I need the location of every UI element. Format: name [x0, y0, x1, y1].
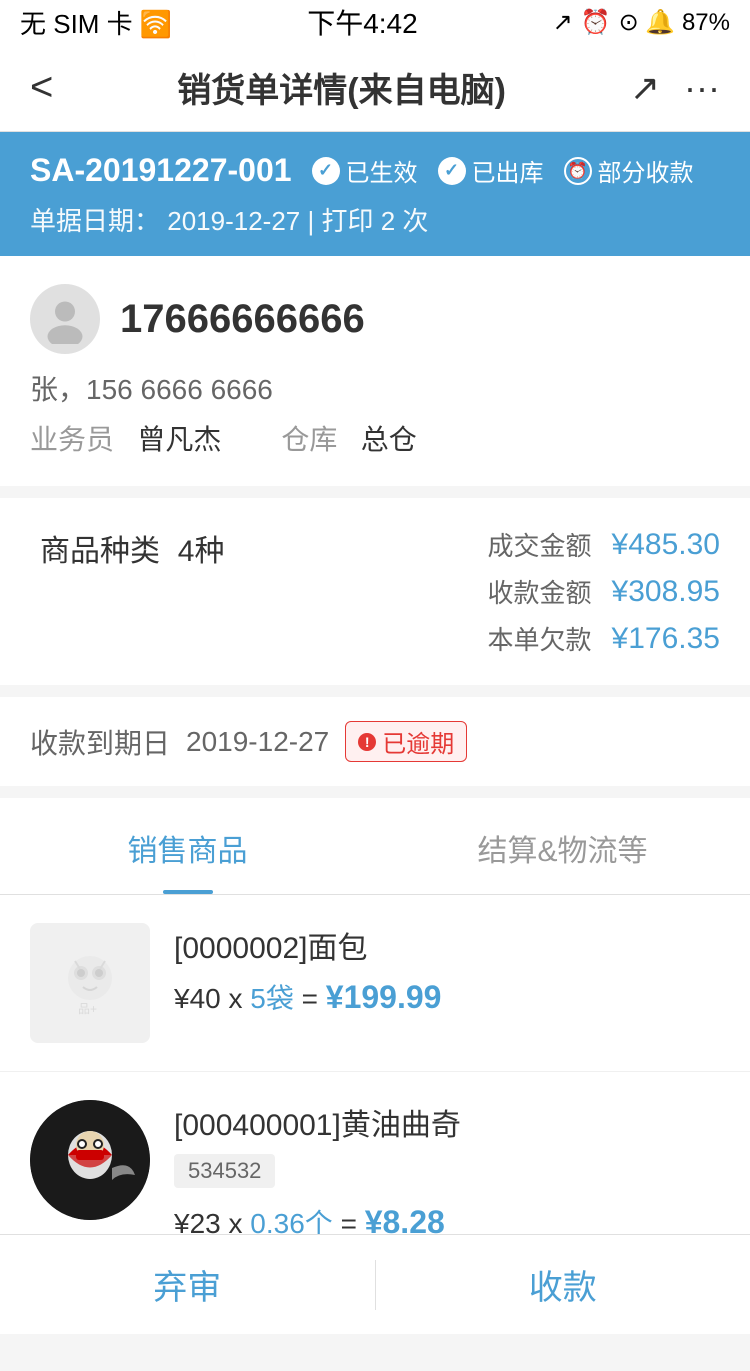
sales-name: 曾凡杰	[137, 424, 221, 455]
product-thumb-2	[30, 1100, 150, 1220]
more-icon[interactable]: ···	[684, 67, 720, 109]
warehouse-info: 仓库 总仓	[281, 418, 416, 458]
page-title: 销货单详情(来自电脑)	[177, 63, 506, 112]
print-count: 2	[381, 206, 395, 236]
print-label: | 打印	[307, 206, 373, 236]
confirm-button[interactable]: 收款	[376, 1260, 750, 1309]
back-button[interactable]: <	[30, 65, 53, 110]
status-partial-label: 部分收款	[598, 153, 694, 188]
overdue-badge: ! 已逾期	[345, 721, 467, 762]
overdue-text: 已逾期	[382, 724, 454, 759]
print-suffix: 次	[402, 206, 428, 236]
product-price-1: ¥40 x 5袋 = ¥199.99	[174, 977, 720, 1017]
cancel-button[interactable]: 弃审	[0, 1260, 375, 1309]
banner-date-row: 单据日期： 2019-12-27 | 打印 2 次	[30, 201, 720, 238]
debt-label: 本单欠款	[488, 620, 592, 657]
warehouse-name: 总仓	[361, 424, 417, 455]
bottom-bar: 弃审 收款	[0, 1234, 750, 1334]
alarm-icon: ⏰	[581, 8, 611, 37]
status-left: 无 SIM 卡 🛜	[20, 4, 172, 41]
status-partial: ⏰ 部分收款	[564, 153, 694, 188]
amount-label: 成交金额	[488, 526, 592, 563]
avatar	[30, 284, 100, 354]
customer-id: 17666666666	[120, 297, 365, 342]
debt-value: ¥176.35	[612, 622, 720, 656]
customer-phone: 张，156 6666 6666	[30, 368, 720, 408]
date-label: 单据日期：	[30, 206, 160, 236]
battery-text: ⊙ 🔔 87%	[619, 8, 730, 37]
tab-settlement[interactable]: 结算&物流等	[375, 798, 750, 894]
due-label: 收款到期日	[30, 722, 170, 762]
share-icon[interactable]: ↗︎	[630, 67, 660, 109]
product-info-2: [000400001]黄油曲奇 534532 ¥23 x 0.36个 = ¥8.…	[174, 1100, 720, 1242]
status-time: 下午4:42	[307, 2, 418, 42]
customer-section: 17666666666 张，156 6666 6666 业务员 曾凡杰 仓库 总…	[0, 256, 750, 486]
overdue-icon: !	[358, 733, 376, 751]
location-icon: ↗	[553, 8, 573, 37]
stats-section: 商品种类 4种 成交金额 ¥485.30 收款金额 ¥308.95 本单欠款 ¥…	[0, 498, 750, 685]
order-date: 2019-12-27	[167, 206, 300, 236]
status-active-label: 已生效	[346, 153, 418, 188]
amount-row: 成交金额 ¥485.30	[488, 526, 720, 563]
nav-actions: ↗︎ ···	[630, 67, 720, 109]
check-icon-shipped: ✓	[438, 157, 466, 185]
due-date: 2019-12-27	[186, 726, 329, 758]
debt-row: 本单欠款 ¥176.35	[488, 620, 720, 657]
product-info-1: [0000002]面包 ¥40 x 5袋 = ¥199.99	[174, 923, 720, 1043]
tab-sales-products[interactable]: 销售商品	[0, 798, 375, 894]
status-bar: 无 SIM 卡 🛜 下午4:42 ↗ ⏰ ⊙ 🔔 87%	[0, 0, 750, 44]
category-info: 商品种类 4种	[30, 526, 224, 570]
order-id: SA-20191227-001	[30, 152, 292, 189]
amount-value: ¥485.30	[612, 528, 720, 562]
tab-settlement-label: 结算&物流等	[477, 835, 647, 868]
category-label: 商品种类	[40, 535, 160, 568]
due-section: 收款到期日 2019-12-27 ! 已逾期	[0, 697, 750, 786]
payment-label: 收款金额	[488, 573, 592, 610]
status-shipped-label: 已出库	[472, 153, 544, 188]
svg-text:品+: 品+	[78, 1002, 97, 1016]
status-shipped: ✓ 已出库	[438, 153, 544, 188]
customer-meta: 业务员 曾凡杰 仓库 总仓	[30, 418, 720, 458]
payment-row: 收款金额 ¥308.95	[488, 573, 720, 610]
order-banner: SA-20191227-001 ✓ 已生效 ✓ 已出库 ⏰ 部分收款 单据日期：…	[0, 132, 750, 256]
tab-sales-products-label: 销售商品	[128, 835, 248, 868]
nav-header: < 销货单详情(来自电脑) ↗︎ ···	[0, 44, 750, 132]
financial-stats: 成交金额 ¥485.30 收款金额 ¥308.95 本单欠款 ¥176.35	[488, 526, 720, 657]
sales-label: 业务员 曾凡杰	[30, 418, 221, 458]
category-count: 4种	[178, 535, 225, 568]
clock-icon: ⏰	[564, 157, 592, 185]
product-sku-2: 534532	[174, 1154, 275, 1188]
product-name-1: [0000002]面包	[174, 923, 720, 967]
products-section: 品+ [0000002]面包 ¥40 x 5袋 = ¥199.99	[0, 895, 750, 1271]
product-thumb-1: 品+	[30, 923, 150, 1043]
status-right: ↗ ⏰ ⊙ 🔔 87%	[553, 8, 730, 37]
check-icon-active: ✓	[312, 157, 340, 185]
status-active: ✓ 已生效	[312, 153, 418, 188]
product-name-2: [000400001]黄油曲奇	[174, 1100, 720, 1144]
list-item: 品+ [0000002]面包 ¥40 x 5袋 = ¥199.99	[0, 895, 750, 1072]
tabs-section: 销售商品 结算&物流等	[0, 798, 750, 895]
payment-value: ¥308.95	[612, 575, 720, 609]
